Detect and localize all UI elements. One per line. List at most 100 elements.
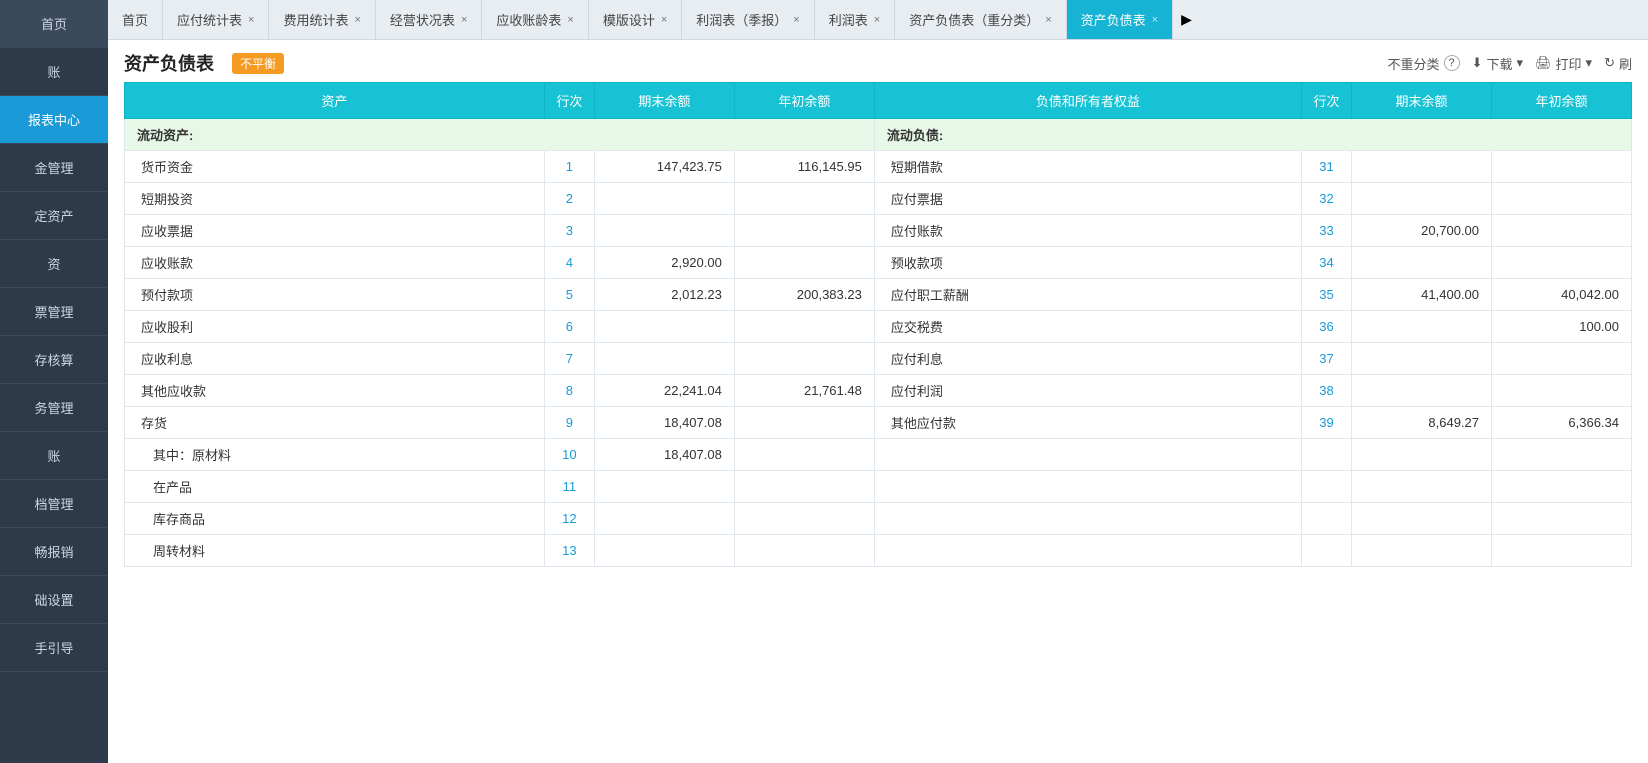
left-row-num: 10	[544, 439, 594, 471]
section-right-label: 流动负债:	[874, 119, 1631, 151]
close-tab-expense-stats[interactable]: ×	[354, 14, 360, 26]
sidebar-item-stock-settlement[interactable]: 存核算	[0, 336, 108, 384]
col-asset: 资产	[125, 83, 545, 119]
right-end-balance: 41,400.00	[1352, 279, 1492, 311]
left-end-balance	[594, 535, 734, 567]
left-year-begin	[734, 471, 874, 503]
download-icon: ⬇	[1472, 55, 1483, 71]
tab-expense-stats[interactable]: 费用统计表 ×	[269, 0, 375, 40]
tab-receivable-aging[interactable]: 应收账龄表 ×	[482, 0, 588, 40]
left-end-balance: 147,423.75	[594, 151, 734, 183]
right-row-num: 35	[1302, 279, 1352, 311]
sidebar-item-fund-mgmt[interactable]: 金管理	[0, 144, 108, 192]
close-tab-operation-status[interactable]: ×	[461, 14, 467, 26]
table-row[interactable]: 其中：原材料 10 18,407.08	[125, 439, 1632, 471]
right-end-balance	[1352, 247, 1492, 279]
download-chevron-icon: ▾	[1516, 55, 1523, 71]
right-year-begin	[1492, 503, 1632, 535]
right-end-balance	[1352, 183, 1492, 215]
sidebar-item-bill-mgmt[interactable]: 票管理	[0, 288, 108, 336]
left-end-balance: 18,407.08	[594, 439, 734, 471]
tab-operation-status[interactable]: 经营状况表 ×	[376, 0, 482, 40]
col-row-num-right: 行次	[1302, 83, 1352, 119]
table-row[interactable]: 应收股利 6 应交税费 36 100.00	[125, 311, 1632, 343]
close-tab-receivable-aging[interactable]: ×	[567, 14, 573, 26]
table-container: 资产 行次 期末余额 年初余额 负债和所有者权益 行次 期末余额 年初余额 流动…	[108, 82, 1648, 763]
left-name: 其中：原材料	[125, 439, 545, 471]
sidebar-item-archive-mgmt[interactable]: 档管理	[0, 480, 108, 528]
close-tab-payable-stats[interactable]: ×	[248, 14, 254, 26]
left-end-balance: 22,241.04	[594, 375, 734, 407]
table-row[interactable]: 库存商品 12	[125, 503, 1632, 535]
left-row-num: 3	[544, 215, 594, 247]
right-name: 应付账款	[874, 215, 1301, 247]
table-row[interactable]: 在产品 11	[125, 471, 1632, 503]
col-end-balance-left: 期末余额	[594, 83, 734, 119]
left-row-num: 12	[544, 503, 594, 535]
left-year-begin	[734, 311, 874, 343]
left-year-begin: 200,383.23	[734, 279, 874, 311]
sidebar-item-quick-report[interactable]: 畅报销	[0, 528, 108, 576]
sidebar-item-report-center[interactable]: 报表中心	[0, 96, 108, 144]
left-year-begin	[734, 439, 874, 471]
tab-profit-quarterly[interactable]: 利润表（季报） ×	[682, 0, 814, 40]
tab-template-design[interactable]: 模版设计 ×	[589, 0, 682, 40]
tab-balance-sheet[interactable]: 资产负债表 ×	[1067, 0, 1173, 40]
right-end-balance	[1352, 439, 1492, 471]
left-year-begin: 116,145.95	[734, 151, 874, 183]
left-end-balance: 2,012.23	[594, 279, 734, 311]
right-year-begin	[1492, 215, 1632, 247]
table-row[interactable]: 其他应收款 8 22,241.04 21,761.48 应付利润 38	[125, 375, 1632, 407]
left-year-begin: 21,761.48	[734, 375, 874, 407]
col-row-num-left: 行次	[544, 83, 594, 119]
left-name: 周转材料	[125, 535, 545, 567]
left-end-balance	[594, 215, 734, 247]
print-label: 打印	[1556, 54, 1582, 73]
table-row[interactable]: 应收账款 4 2,920.00 预收款项 34	[125, 247, 1632, 279]
left-end-balance	[594, 183, 734, 215]
tab-profit[interactable]: 利润表 ×	[815, 0, 895, 40]
right-name: 短期借款	[874, 151, 1301, 183]
sidebar-item-investment[interactable]: 资	[0, 240, 108, 288]
left-row-num: 6	[544, 311, 594, 343]
close-tab-template-design[interactable]: ×	[661, 14, 667, 26]
tab-home[interactable]: 首页	[108, 0, 163, 40]
sidebar-item-ledger[interactable]: 账	[0, 432, 108, 480]
table-row[interactable]: 周转材料 13	[125, 535, 1632, 567]
table-row[interactable]: 预付款项 5 2,012.23 200,383.23 应付职工薪酬 35 41,…	[125, 279, 1632, 311]
download-action[interactable]: ⬇ 下载 ▾	[1472, 54, 1523, 73]
left-year-begin	[734, 407, 874, 439]
table-row[interactable]: 存货 9 18,407.08 其他应付款 39 8,649.27 6,366.3…	[125, 407, 1632, 439]
left-year-begin	[734, 183, 874, 215]
sidebar-item-task-mgmt[interactable]: 务管理	[0, 384, 108, 432]
table-row[interactable]: 短期投资 2 应付票据 32	[125, 183, 1632, 215]
right-name: 其他应付款	[874, 407, 1301, 439]
close-tab-balance-reclassified[interactable]: ×	[1045, 14, 1051, 26]
close-tab-profit-quarterly[interactable]: ×	[793, 14, 799, 26]
tab-payable-stats[interactable]: 应付统计表 ×	[163, 0, 269, 40]
left-year-begin	[734, 215, 874, 247]
tab-balance-reclassified[interactable]: 资产负债表（重分类） ×	[895, 0, 1066, 40]
right-end-balance	[1352, 343, 1492, 375]
sidebar-item-guide[interactable]: 手引导	[0, 624, 108, 672]
print-action[interactable]: 🖨 打印 ▾	[1535, 54, 1592, 73]
sidebar-item-home[interactable]: 首页	[0, 0, 108, 48]
sidebar-item-fixed-assets[interactable]: 定资产	[0, 192, 108, 240]
sidebar-item-basic-settings[interactable]: 础设置	[0, 576, 108, 624]
section-left-label: 流动资产:	[125, 119, 875, 151]
right-row-num	[1302, 503, 1352, 535]
left-year-begin	[734, 247, 874, 279]
sidebar-item-account[interactable]: 账	[0, 48, 108, 96]
close-tab-balance-sheet[interactable]: ×	[1152, 14, 1158, 26]
close-tab-profit[interactable]: ×	[874, 14, 880, 26]
right-year-begin: 6,366.34	[1492, 407, 1632, 439]
no-reclassify-action[interactable]: 不重分类 ?	[1388, 54, 1460, 73]
table-row[interactable]: 应收利息 7 应付利息 37	[125, 343, 1632, 375]
tab-scroll-right[interactable]: ▶	[1173, 11, 1200, 28]
table-row[interactable]: 货币资金 1 147,423.75 116,145.95 短期借款 31	[125, 151, 1632, 183]
help-icon[interactable]: ?	[1444, 55, 1460, 71]
right-year-begin	[1492, 343, 1632, 375]
table-row[interactable]: 应收票据 3 应付账款 33 20,700.00	[125, 215, 1632, 247]
refresh-action[interactable]: ↻ 刷	[1604, 54, 1632, 73]
right-end-balance: 8,649.27	[1352, 407, 1492, 439]
